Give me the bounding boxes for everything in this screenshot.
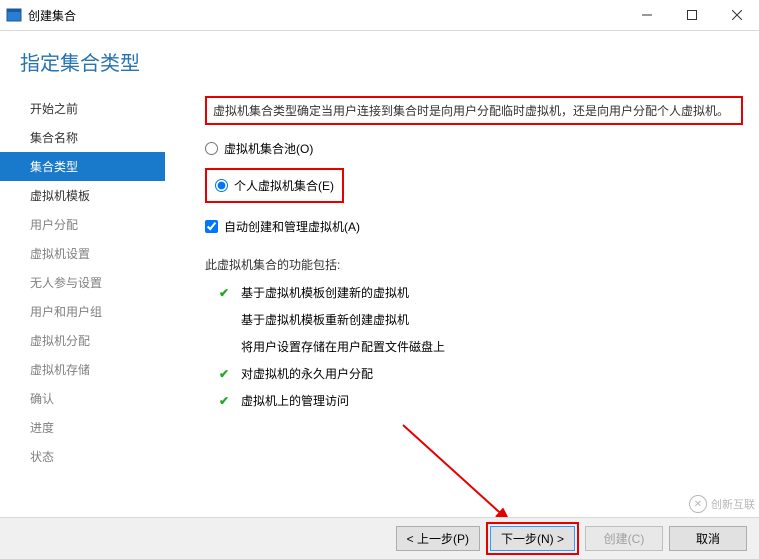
radio-personal[interactable] xyxy=(215,179,228,192)
window-titlebar: 创建集合 xyxy=(0,0,759,30)
next-highlight-box: 下一步(N) > xyxy=(486,522,579,555)
radio-personal-row[interactable]: 个人虚拟机集合(E) xyxy=(215,174,334,197)
radio-personal-label: 个人虚拟机集合(E) xyxy=(234,177,334,194)
sidebar-item-vmsettings[interactable]: 虚拟机设置 xyxy=(0,239,165,268)
checkbox-auto[interactable] xyxy=(205,220,218,233)
sidebar-item-usergroup[interactable]: 用户和用户组 xyxy=(0,297,165,326)
feature-text: 对虚拟机的永久用户分配 xyxy=(241,365,373,382)
sidebar-item-progress[interactable]: 进度 xyxy=(0,413,165,442)
wizard-footer: < 上一步(P) 下一步(N) > 创建(C) 取消 xyxy=(0,517,759,559)
cancel-button[interactable]: 取消 xyxy=(669,526,747,551)
info-box: 虚拟机集合类型确定当用户连接到集合时是向用户分配临时虚拟机，还是向用户分配个人虚… xyxy=(205,96,743,125)
page-title: 指定集合类型 xyxy=(0,31,759,94)
next-button[interactable]: 下一步(N) > xyxy=(490,526,575,551)
feature-item: ✔ 基于虚拟机模板创建新的虚拟机 xyxy=(205,279,743,306)
main-panel: 虚拟机集合类型确定当用户连接到集合时是向用户分配临时虚拟机，还是向用户分配个人虚… xyxy=(165,94,759,538)
sidebar-item-userassign[interactable]: 用户分配 xyxy=(0,210,165,239)
sidebar-item-vmstorage[interactable]: 虚拟机存储 xyxy=(0,355,165,384)
radio-pool-row[interactable]: 虚拟机集合池(O) xyxy=(205,137,743,160)
feature-item: 将用户设置存储在用户配置文件磁盘上 xyxy=(205,333,743,360)
check-icon: ✔ xyxy=(219,367,233,381)
checkbox-auto-row[interactable]: 自动创建和管理虚拟机(A) xyxy=(205,215,743,238)
feature-item: 基于虚拟机模板重新创建虚拟机 xyxy=(205,306,743,333)
radio-pool[interactable] xyxy=(205,142,218,155)
window-controls xyxy=(624,0,759,30)
radio-highlight-box: 个人虚拟机集合(E) xyxy=(205,168,344,203)
feature-text: 基于虚拟机模板创建新的虚拟机 xyxy=(241,284,409,301)
watermark-text: 创新互联 xyxy=(711,496,755,512)
sidebar-item-template[interactable]: 虚拟机模板 xyxy=(0,181,165,210)
minimize-button[interactable] xyxy=(624,0,669,30)
maximize-button[interactable] xyxy=(669,0,714,30)
watermark-icon: ✕ xyxy=(689,495,707,513)
feature-text: 基于虚拟机模板重新创建虚拟机 xyxy=(241,311,409,328)
content-area: 开始之前 集合名称 集合类型 虚拟机模板 用户分配 虚拟机设置 无人参与设置 用… xyxy=(0,94,759,538)
feature-text: 虚拟机上的管理访问 xyxy=(241,392,349,409)
window-title: 创建集合 xyxy=(28,7,624,24)
sidebar-item-vmalloc[interactable]: 虚拟机分配 xyxy=(0,326,165,355)
checkbox-auto-label: 自动创建和管理虚拟机(A) xyxy=(224,218,360,235)
radio-pool-label: 虚拟机集合池(O) xyxy=(224,140,313,157)
sidebar-item-name[interactable]: 集合名称 xyxy=(0,123,165,152)
close-button[interactable] xyxy=(714,0,759,30)
features-heading: 此虚拟机集合的功能包括: xyxy=(205,256,743,273)
sidebar-item-before[interactable]: 开始之前 xyxy=(0,94,165,123)
app-icon xyxy=(6,7,22,23)
prev-button[interactable]: < 上一步(P) xyxy=(396,526,480,551)
feature-text: 将用户设置存储在用户配置文件磁盘上 xyxy=(241,338,445,355)
create-button: 创建(C) xyxy=(585,526,663,551)
watermark: ✕ 创新互联 xyxy=(689,495,755,513)
feature-item: ✔ 虚拟机上的管理访问 xyxy=(205,387,743,414)
sidebar-item-type[interactable]: 集合类型 xyxy=(0,152,165,181)
feature-item: ✔ 对虚拟机的永久用户分配 xyxy=(205,360,743,387)
sidebar-item-status[interactable]: 状态 xyxy=(0,442,165,471)
check-icon: ✔ xyxy=(219,286,233,300)
sidebar-item-unattended[interactable]: 无人参与设置 xyxy=(0,268,165,297)
check-icon: ✔ xyxy=(219,394,233,408)
wizard-sidebar: 开始之前 集合名称 集合类型 虚拟机模板 用户分配 虚拟机设置 无人参与设置 用… xyxy=(0,94,165,538)
sidebar-item-confirm[interactable]: 确认 xyxy=(0,384,165,413)
